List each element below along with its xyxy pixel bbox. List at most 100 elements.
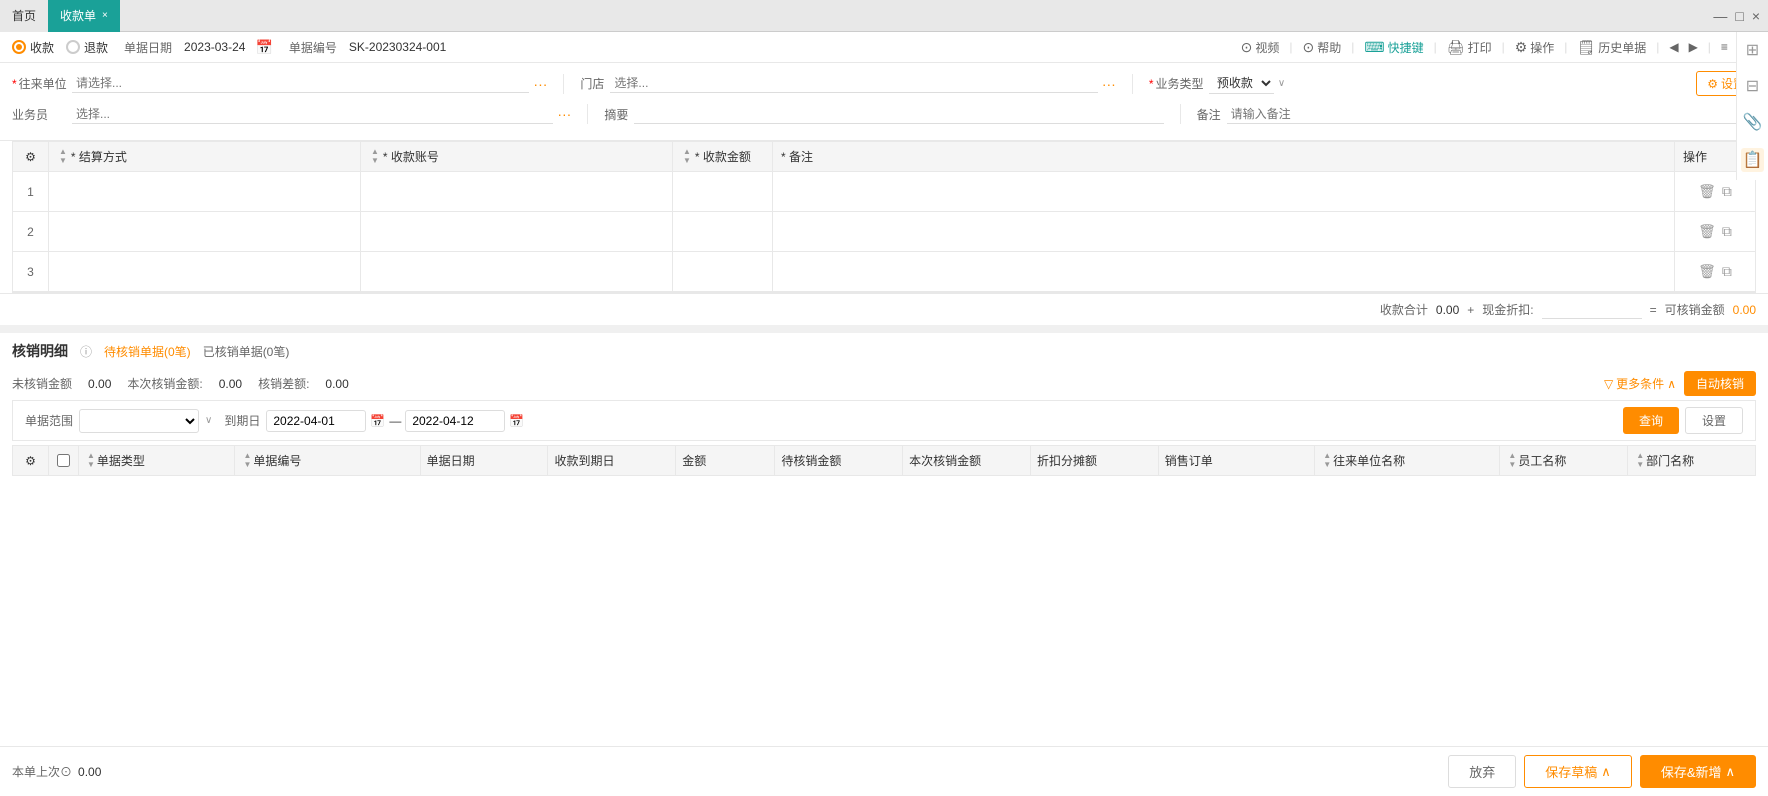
- table-gear-header[interactable]: ⚙: [13, 142, 49, 171]
- tab-done[interactable]: 已核销单据(0笔): [203, 343, 290, 360]
- gear-icon: ⚙: [1707, 77, 1718, 91]
- sidebar-icon-1[interactable]: ⊞: [1746, 40, 1759, 60]
- draft-chevron-icon: ∧: [1601, 764, 1611, 780]
- bill-range-select[interactable]: [79, 409, 199, 433]
- store-input[interactable]: [610, 74, 1097, 93]
- bottom-th-amount: 金额: [676, 446, 775, 475]
- business-type-select[interactable]: 预收款: [1209, 73, 1274, 94]
- query-settings-button[interactable]: 设置: [1685, 407, 1743, 434]
- td-remark-2[interactable]: [773, 212, 1675, 251]
- due-date-end-input[interactable]: [405, 410, 505, 432]
- close-window-icon[interactable]: ×: [1752, 8, 1760, 24]
- footer-this-time-value: 0.00: [78, 765, 101, 779]
- sidebar-icon-2[interactable]: ⊟: [1746, 76, 1759, 96]
- td-operation-3: 🗑 ⧉: [1675, 252, 1755, 291]
- td-amount-2[interactable]: [673, 212, 773, 251]
- radio-tuikuan[interactable]: 退款: [66, 39, 108, 56]
- sidebar-icon-4[interactable]: 📋: [1741, 148, 1765, 172]
- bottom-th-gear[interactable]: ⚙: [13, 446, 49, 475]
- note-input[interactable]: [1227, 105, 1756, 124]
- available-value: 0.00: [1733, 303, 1756, 317]
- more-conditions-btn[interactable]: ▽ 更多条件 ∧: [1604, 375, 1676, 392]
- nav-prev-btn[interactable]: ◀: [1669, 40, 1678, 54]
- partner-more-icon[interactable]: ···: [533, 76, 547, 92]
- hexiao-header: 核销明细 ⓘ 待核销单据(0笔) 已核销单据(0笔): [12, 341, 1756, 361]
- copy-row-3-icon[interactable]: ⧉: [1722, 263, 1732, 280]
- nav-next-btn[interactable]: ▶: [1689, 40, 1698, 54]
- bottom-th-bill-no: ▲▼ 单据编号: [235, 446, 420, 475]
- tab-bar: 首页 收款单 × — □ ×: [0, 0, 1768, 32]
- draft-button[interactable]: 保存草稿 ∧: [1524, 755, 1632, 788]
- td-remark-3[interactable]: [773, 252, 1675, 291]
- td-account-1[interactable]: [361, 172, 673, 211]
- staff-input[interactable]: [72, 105, 553, 124]
- discount-input[interactable]: [1542, 300, 1642, 319]
- due-date-start-input[interactable]: [266, 410, 366, 432]
- uncancelled-label: 未核销金额: [12, 375, 72, 392]
- sidebar-icon-3[interactable]: 📎: [1743, 112, 1763, 132]
- staff-more-icon[interactable]: ···: [557, 106, 571, 122]
- video-btn[interactable]: ⊙ 视频: [1241, 39, 1280, 56]
- td-account-3[interactable]: [361, 252, 673, 291]
- delete-row-3-icon[interactable]: 🗑: [1698, 263, 1716, 280]
- tab-shoukuan[interactable]: 收款单 ×: [48, 0, 120, 32]
- radio-shoukuan-dot: [12, 40, 26, 54]
- bill-no-field: 单据编号 SK-20230324-001: [289, 39, 446, 56]
- page-footer: 本单上次⊙ 0.00 放弃 保存草稿 ∧ 保存&新增 ∧: [0, 746, 1768, 796]
- operation-btn[interactable]: ⚙ 操作: [1515, 39, 1555, 56]
- abandon-button[interactable]: 放弃: [1448, 755, 1516, 788]
- maximize-icon[interactable]: □: [1735, 8, 1743, 24]
- tab-home[interactable]: 首页: [0, 0, 48, 32]
- print-btn[interactable]: 🖨 打印: [1447, 39, 1492, 56]
- td-settlement-2[interactable]: [49, 212, 361, 251]
- td-amount-1[interactable]: [673, 172, 773, 211]
- td-remark-1[interactable]: [773, 172, 1675, 211]
- tab-pending[interactable]: 待核销单据(0笔): [104, 343, 191, 360]
- calendar-icon[interactable]: 📅: [255, 39, 272, 56]
- bottom-th-checkbox[interactable]: [49, 446, 79, 475]
- history-btn[interactable]: 🗒 历史单据: [1577, 39, 1646, 56]
- store-label: 门店: [580, 75, 610, 92]
- staff-label: 业务员: [12, 106, 72, 123]
- bottom-th-dept: ▲▼ 部门名称: [1628, 446, 1755, 475]
- select-all-checkbox[interactable]: [57, 454, 70, 467]
- bottom-th-sales-order: 销售订单: [1159, 446, 1315, 475]
- bottom-gear-icon: ⚙: [25, 454, 36, 468]
- query-button[interactable]: 查询: [1623, 407, 1679, 434]
- bill-no-value: SK-20230324-001: [349, 40, 446, 54]
- radio-shoukuan[interactable]: 收款: [12, 39, 54, 56]
- td-settlement-3[interactable]: [49, 252, 361, 291]
- calendar-end-icon[interactable]: 📅: [509, 414, 524, 428]
- td-account-2[interactable]: [361, 212, 673, 251]
- help-btn[interactable]: ⊙ 帮助: [1303, 39, 1342, 56]
- footer-right: 放弃 保存草稿 ∧ 保存&新增 ∧: [1448, 755, 1756, 788]
- history-label: 历史单据: [1598, 39, 1646, 56]
- partner-field: 往来单位 ···: [12, 74, 547, 93]
- table-amount-header: ▲▼ * 收款金额: [673, 142, 773, 171]
- delete-row-2-icon[interactable]: 🗑: [1698, 223, 1716, 240]
- td-settlement-1[interactable]: [49, 172, 361, 211]
- copy-row-1-icon[interactable]: ⧉: [1722, 183, 1732, 200]
- save-new-chevron-icon: ∧: [1725, 764, 1735, 780]
- save-new-button[interactable]: 保存&新增 ∧: [1640, 755, 1756, 788]
- help-label: 帮助: [1317, 39, 1341, 56]
- video-icon: ⊙: [1241, 39, 1253, 56]
- summary-input[interactable]: [634, 105, 1163, 124]
- available-label: 可核销金额: [1665, 301, 1725, 318]
- store-more-icon[interactable]: ···: [1102, 76, 1116, 92]
- td-amount-3[interactable]: [673, 252, 773, 291]
- bill-range-label: 单据范围: [25, 412, 73, 429]
- hexiao-info-icon[interactable]: ⓘ: [80, 343, 92, 360]
- copy-row-2-icon[interactable]: ⧉: [1722, 223, 1732, 240]
- td-row-num-3: 3: [13, 252, 49, 291]
- auto-hexiao-button[interactable]: 自动核销: [1684, 371, 1756, 396]
- tab-close-icon[interactable]: ×: [102, 10, 108, 21]
- delete-row-1-icon[interactable]: 🗑: [1698, 183, 1716, 200]
- minimize-icon[interactable]: —: [1713, 8, 1727, 24]
- table-header: ⚙ ▲▼ * 结算方式 ▲▼ * 收款账号 ▲▼ * 收款金额 * 备注 操作: [13, 142, 1755, 172]
- list-view-btn[interactable]: ≡: [1721, 40, 1728, 54]
- calendar-start-icon[interactable]: 📅: [370, 414, 385, 428]
- partner-input[interactable]: [72, 74, 529, 93]
- shortcut-btn[interactable]: ⌨ 快捷键: [1364, 39, 1423, 56]
- business-type-field: 业务类型 预收款 ∨: [1149, 73, 1684, 94]
